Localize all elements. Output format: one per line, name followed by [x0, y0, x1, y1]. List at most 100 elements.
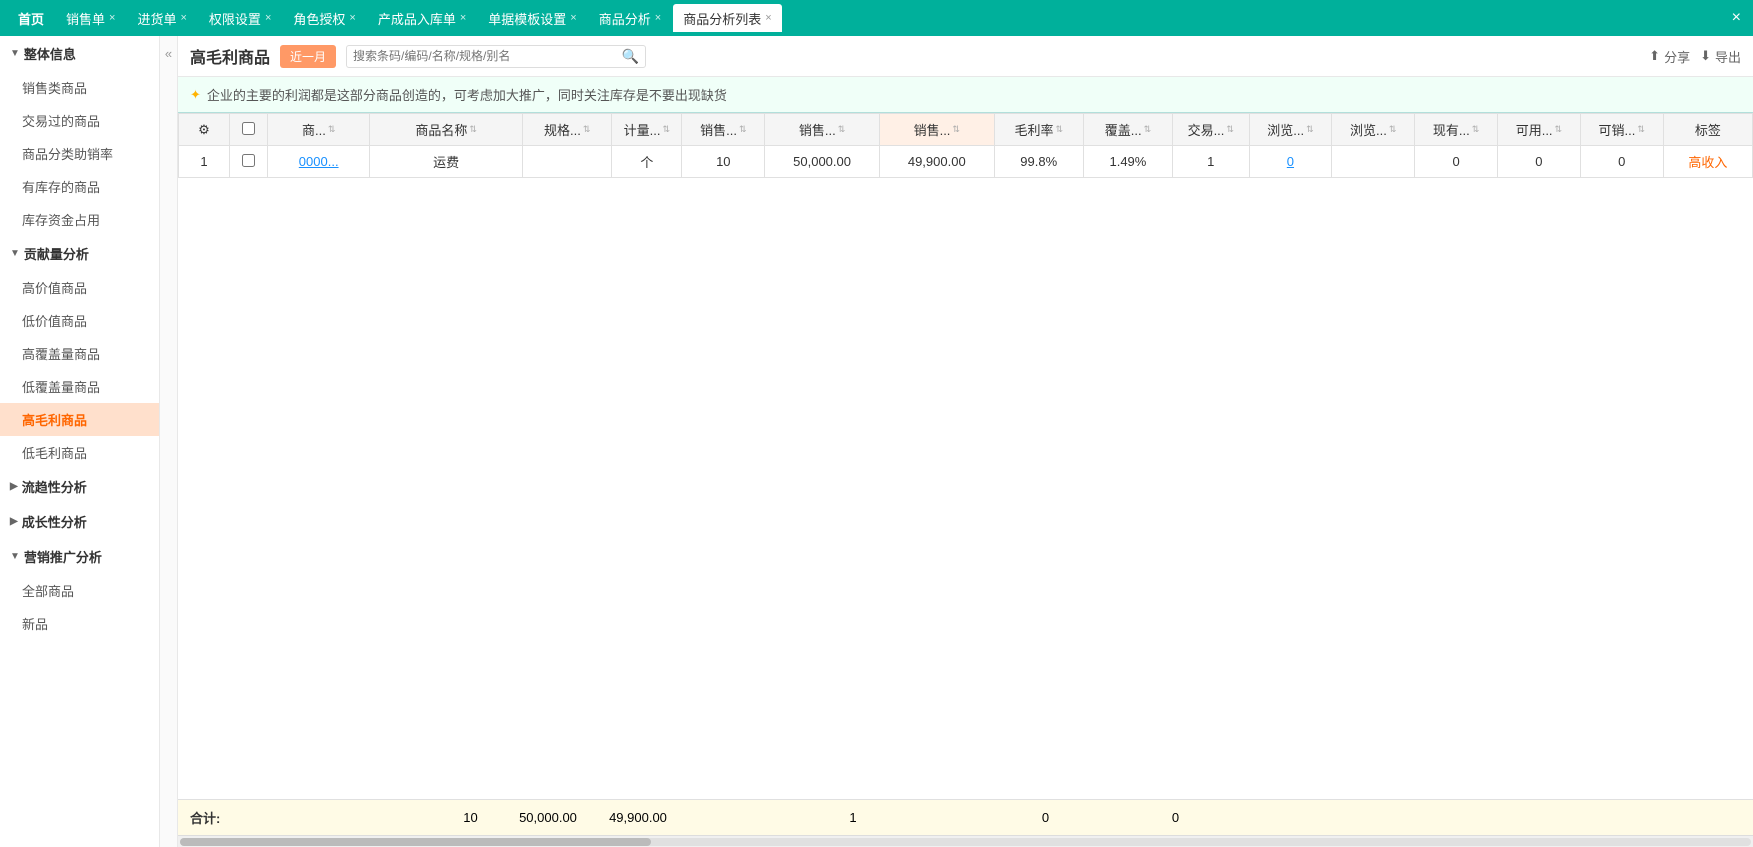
sort-icon: ⇅	[739, 124, 747, 135]
sidebar-item-new-goods[interactable]: 新品	[0, 607, 159, 640]
expand-arrow-icon: ▶	[10, 516, 18, 527]
share-icon: ⬆	[1649, 48, 1660, 64]
th-stock2[interactable]: 可用...⇅	[1497, 114, 1580, 146]
select-all-checkbox[interactable]	[242, 122, 255, 135]
sidebar-item-stock-funds[interactable]: 库存资金占用	[0, 203, 159, 236]
close-icon[interactable]: ×	[765, 12, 771, 24]
content-header: 高毛利商品 近一月 🔍 ⬆ 分享 ⬇ 导出	[178, 36, 1753, 77]
footer-sum: 合计: 10 50,000.00 49,900.00 1 0 0	[178, 799, 1753, 835]
sort-icon: ⇅	[838, 124, 846, 135]
th-gross-rate[interactable]: 毛利率⇅	[994, 114, 1083, 146]
sum-sales-qty: 10	[438, 810, 503, 825]
th-sales-qty[interactable]: 销售...⇅	[682, 114, 765, 146]
nav-tab-home[interactable]: 首页	[8, 4, 54, 32]
nav-tab-sales[interactable]: 销售单 ×	[56, 4, 125, 32]
search-icon[interactable]: 🔍	[622, 48, 639, 65]
sidebar-item-in-stock[interactable]: 有库存的商品	[0, 170, 159, 203]
close-icon[interactable]: ×	[349, 12, 355, 24]
sort-icon: ⇅	[1555, 124, 1563, 135]
sidebar-group-contribution[interactable]: ▼ 贡献量分析	[0, 236, 159, 271]
settings-icon[interactable]: ⚙	[198, 122, 210, 137]
cell-tag: 高收入	[1663, 146, 1752, 178]
expand-arrow-icon: ▼	[10, 48, 20, 59]
sum-sales-amt: 50,000.00	[503, 810, 593, 825]
scrollbar-thumb	[180, 838, 651, 846]
th-sales-profit[interactable]: 销售...⇅	[879, 114, 994, 146]
close-icon[interactable]: ×	[655, 12, 661, 24]
sidebar-group-growth[interactable]: ▶ 成长性分析	[0, 504, 159, 539]
th-idx: ⚙	[179, 114, 230, 146]
th-cover[interactable]: 覆盖...⇅	[1083, 114, 1172, 146]
close-icon[interactable]: ×	[180, 12, 186, 24]
th-browse2[interactable]: 浏览...⇅	[1332, 114, 1415, 146]
cell-code[interactable]: 0000...	[268, 146, 370, 178]
sort-icon: ⇅	[469, 124, 477, 135]
sidebar-collapse-button[interactable]: «	[160, 36, 178, 847]
sidebar-item-low-coverage[interactable]: 低覆盖量商品	[0, 370, 159, 403]
nav-tab-purchase[interactable]: 进货单 ×	[127, 4, 196, 32]
info-icon: ✦	[190, 87, 201, 103]
cell-browse1[interactable]: 0	[1249, 146, 1332, 178]
sort-icon: ⇅	[952, 124, 960, 135]
cell-sales-profit: 49,900.00	[879, 146, 994, 178]
search-input[interactable]	[353, 49, 618, 63]
tag-label: 高收入	[1688, 155, 1727, 170]
sidebar-group-trend[interactable]: ▶ 流趋性分析	[0, 469, 159, 504]
close-icon[interactable]: ×	[265, 12, 271, 24]
sidebar-item-traded-goods[interactable]: 交易过的商品	[0, 104, 159, 137]
th-stock1[interactable]: 现有...⇅	[1415, 114, 1498, 146]
sort-icon: ⇅	[1637, 124, 1645, 135]
table-header-row: ⚙ 商...⇅ 商品名称⇅ 规格...⇅	[179, 114, 1753, 146]
row-checkbox[interactable]	[242, 154, 255, 167]
export-button[interactable]: ⬇ 导出	[1700, 47, 1741, 66]
nav-tab-permissions[interactable]: 权限设置 ×	[199, 4, 281, 32]
sum-trade: 1	[823, 810, 883, 825]
sidebar-item-all-goods[interactable]: 全部商品	[0, 574, 159, 607]
cell-stock3: 0	[1580, 146, 1663, 178]
table-container[interactable]: ⚙ 商...⇅ 商品名称⇅ 规格...⇅	[178, 113, 1753, 799]
th-browse1[interactable]: 浏览...⇅	[1249, 114, 1332, 146]
th-spec[interactable]: 规格...⇅	[523, 114, 612, 146]
th-code[interactable]: 商...⇅	[268, 114, 370, 146]
sort-icon: ⇅	[1306, 124, 1314, 135]
close-icon[interactable]: ×	[570, 12, 576, 24]
th-name[interactable]: 商品名称⇅	[370, 114, 523, 146]
sidebar-item-high-coverage[interactable]: 高覆盖量商品	[0, 337, 159, 370]
sidebar-item-high-value[interactable]: 高价值商品	[0, 271, 159, 304]
sidebar-item-category-rate[interactable]: 商品分类助销率	[0, 137, 159, 170]
sum-sales-profit: 49,900.00	[593, 810, 683, 825]
nav-tab-roles[interactable]: 角色授权 ×	[283, 4, 365, 32]
nav-tab-analysis[interactable]: 商品分析 ×	[589, 4, 671, 32]
sidebar-item-low-value[interactable]: 低价值商品	[0, 304, 159, 337]
sidebar-group-marketing[interactable]: ▼ 营销推广分析	[0, 539, 159, 574]
th-unit[interactable]: 计量...⇅	[612, 114, 682, 146]
horizontal-scrollbar[interactable]	[178, 835, 1753, 847]
nav-tab-inventory[interactable]: 产成品入库单 ×	[368, 4, 476, 32]
sum-label: 合计:	[178, 808, 438, 827]
cell-idx: 1	[179, 146, 230, 178]
filter-recent-month-button[interactable]: 近一月	[280, 45, 336, 68]
nav-tab-template[interactable]: 单据模板设置 ×	[478, 4, 586, 32]
sidebar-group-overall[interactable]: ▼ 整体信息	[0, 36, 159, 71]
close-all-button[interactable]: ×	[1728, 9, 1745, 27]
sidebar-item-sales-goods[interactable]: 销售类商品	[0, 71, 159, 104]
sort-icon: ⇅	[1144, 124, 1152, 135]
cell-gross-rate: 99.8%	[994, 146, 1083, 178]
sidebar-item-low-margin[interactable]: 低毛利商品	[0, 436, 159, 469]
sidebar-item-high-margin[interactable]: 高毛利商品	[0, 403, 159, 436]
sort-icon: ⇅	[1472, 124, 1480, 135]
th-tag[interactable]: 标签	[1663, 114, 1752, 146]
close-icon[interactable]: ×	[460, 12, 466, 24]
th-trade[interactable]: 交易...⇅	[1173, 114, 1249, 146]
th-sales-amt[interactable]: 销售...⇅	[765, 114, 880, 146]
sort-icon: ⇅	[662, 124, 670, 135]
close-icon[interactable]: ×	[109, 12, 115, 24]
share-button[interactable]: ⬆ 分享	[1649, 47, 1690, 66]
data-table: ⚙ 商...⇅ 商品名称⇅ 规格...⇅	[178, 113, 1753, 178]
nav-tab-analysis-list[interactable]: 商品分析列表 ×	[673, 4, 781, 32]
sort-icon: ⇅	[1389, 124, 1397, 135]
cell-unit: 个	[612, 146, 682, 178]
sort-icon: ⇅	[1055, 124, 1063, 135]
header-actions: ⬆ 分享 ⬇ 导出	[1649, 47, 1741, 66]
th-stock3[interactable]: 可销...⇅	[1580, 114, 1663, 146]
